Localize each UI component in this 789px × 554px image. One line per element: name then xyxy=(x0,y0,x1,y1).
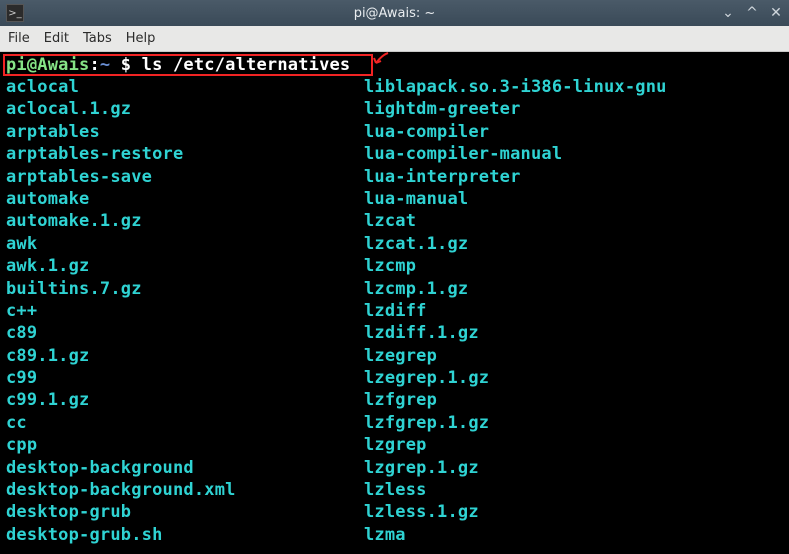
menu-tabs[interactable]: Tabs xyxy=(83,31,112,46)
file-entry: automake xyxy=(6,188,364,210)
prompt-line: pi@Awais:~ $ ls /etc/alternatives xyxy=(0,54,789,76)
terminal-area[interactable]: pi@Awais:~ $ ls /etc/alternatives acloca… xyxy=(0,52,789,554)
menu-file[interactable]: File xyxy=(8,31,30,46)
ls-column-right: liblapack.so.3-i386-linux-gnulightdm-gre… xyxy=(364,76,783,546)
file-entry: lzless xyxy=(364,479,783,501)
file-entry: lzma xyxy=(364,524,783,546)
file-entry: desktop-grub.sh xyxy=(6,524,364,546)
file-entry: cc xyxy=(6,412,364,434)
file-entry: awk.1.gz xyxy=(6,255,364,277)
file-entry: desktop-background xyxy=(6,457,364,479)
window-titlebar: >_ pi@Awais: ~ ⌄ ^ ✕ xyxy=(0,0,789,26)
file-entry: aclocal xyxy=(6,76,364,98)
file-entry: arptables-save xyxy=(6,166,364,188)
file-entry: lzgrep xyxy=(364,434,783,456)
file-entry: awk xyxy=(6,233,364,255)
file-entry: lzcat xyxy=(364,210,783,232)
file-entry: lzfgrep.1.gz xyxy=(364,412,783,434)
maximize-button[interactable]: ^ xyxy=(745,5,759,21)
prompt-user-host: pi@Awais xyxy=(6,55,89,75)
file-entry: lua-compiler-manual xyxy=(364,143,783,165)
menu-help[interactable]: Help xyxy=(126,31,156,46)
prompt-dollar: $ xyxy=(110,55,141,75)
menu-edit[interactable]: Edit xyxy=(44,31,69,46)
prompt-colon: : xyxy=(89,55,99,75)
file-entry: automake.1.gz xyxy=(6,210,364,232)
file-entry: lzgrep.1.gz xyxy=(364,457,783,479)
file-entry: lzegrep.1.gz xyxy=(364,367,783,389)
file-entry: desktop-background.xml xyxy=(6,479,364,501)
file-entry: lzdiff xyxy=(364,300,783,322)
file-entry: cpp xyxy=(6,434,364,456)
command-text: ls /etc/alternatives xyxy=(142,55,351,75)
file-entry: arptables xyxy=(6,121,364,143)
close-button[interactable]: ✕ xyxy=(769,5,783,21)
file-entry: c++ xyxy=(6,300,364,322)
file-entry: lzegrep xyxy=(364,345,783,367)
menubar: File Edit Tabs Help xyxy=(0,26,789,52)
file-entry: lua-manual xyxy=(364,188,783,210)
file-entry: lua-compiler xyxy=(364,121,783,143)
file-entry: lzfgrep xyxy=(364,389,783,411)
file-entry: aclocal.1.gz xyxy=(6,98,364,120)
file-entry: desktop-grub xyxy=(6,501,364,523)
file-entry: c89 xyxy=(6,322,364,344)
window-controls: ⌄ ^ ✕ xyxy=(721,5,783,21)
file-entry: lightdm-greeter xyxy=(364,98,783,120)
file-entry: c99 xyxy=(6,367,364,389)
file-entry: arptables-restore xyxy=(6,143,364,165)
minimize-button[interactable]: ⌄ xyxy=(721,5,735,21)
file-entry: lua-interpreter xyxy=(364,166,783,188)
ls-column-left: aclocalaclocal.1.gzarptablesarptables-re… xyxy=(6,76,364,546)
file-entry: builtins.7.gz xyxy=(6,278,364,300)
file-entry: c89.1.gz xyxy=(6,345,364,367)
file-entry: liblapack.so.3-i386-linux-gnu xyxy=(364,76,783,98)
file-entry: c99.1.gz xyxy=(6,389,364,411)
terminal-icon: >_ xyxy=(6,4,24,22)
file-entry: lzcmp xyxy=(364,255,783,277)
annotation-arrow-icon xyxy=(372,51,390,69)
prompt-path: ~ xyxy=(100,55,110,75)
file-entry: lzcmp.1.gz xyxy=(364,278,783,300)
file-entry: lzdiff.1.gz xyxy=(364,322,783,344)
ls-output: aclocalaclocal.1.gzarptablesarptables-re… xyxy=(0,76,789,546)
file-entry: lzcat.1.gz xyxy=(364,233,783,255)
window-title: pi@Awais: ~ xyxy=(354,6,436,21)
file-entry: lzless.1.gz xyxy=(364,501,783,523)
